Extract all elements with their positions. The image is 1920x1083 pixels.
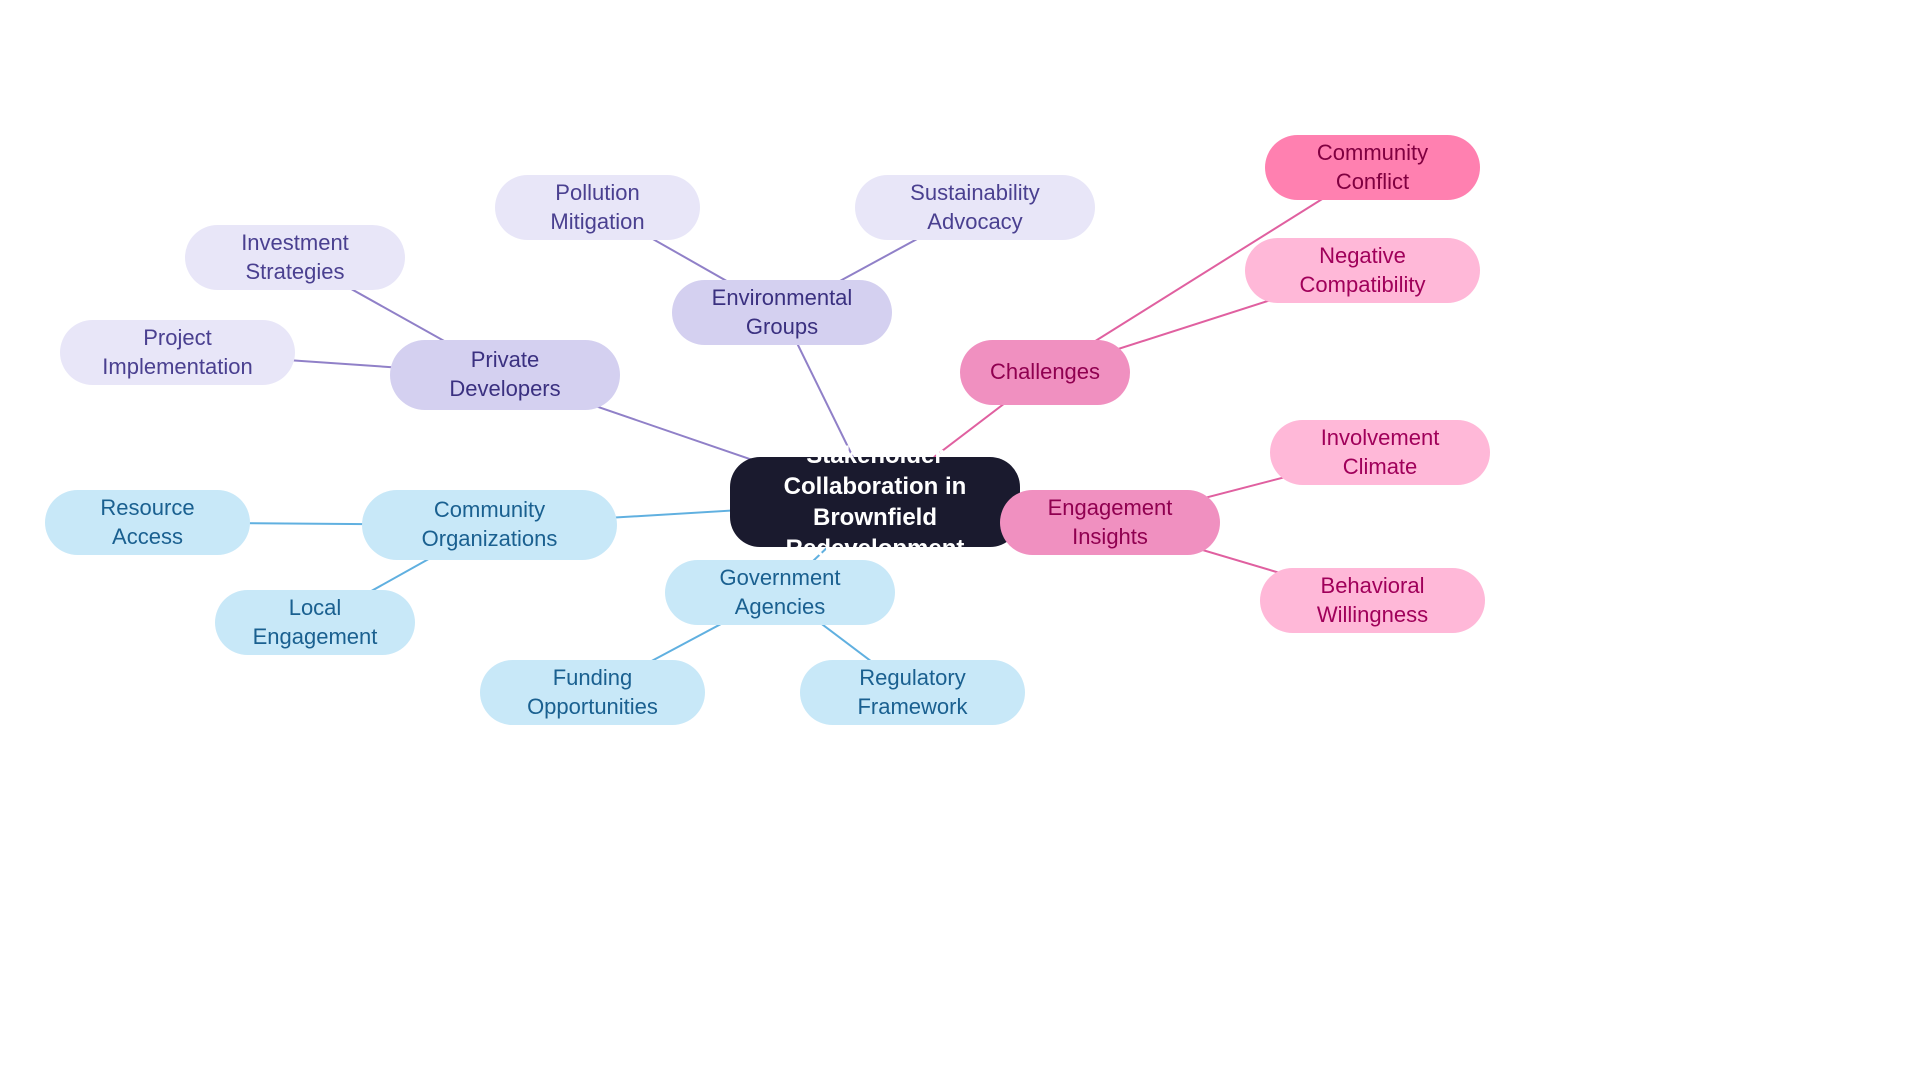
regulatory-framework-label: Regulatory Framework <box>828 664 997 721</box>
center-label: Stakeholder Collaboration in Brownfield … <box>758 440 992 565</box>
community-organizations-node: Community Organizations <box>362 490 617 560</box>
government-agencies-label: Government Agencies <box>693 564 867 621</box>
engagement-insights-node: Engagement Insights <box>1000 490 1220 555</box>
pollution-mitigation-node: Pollution Mitigation <box>495 175 700 240</box>
investment-strategies-label: Investment Strategies <box>213 229 377 286</box>
resource-access-label: Resource Access <box>73 494 222 551</box>
funding-opportunities-node: Funding Opportunities <box>480 660 705 725</box>
private-developers-node: Private Developers <box>390 340 620 410</box>
resource-access-node: Resource Access <box>45 490 250 555</box>
sustainability-advocacy-node: Sustainability Advocacy <box>855 175 1095 240</box>
involvement-climate-node: Involvement Climate <box>1270 420 1490 485</box>
investment-strategies-node: Investment Strategies <box>185 225 405 290</box>
project-implementation-node: Project Implementation <box>60 320 295 385</box>
community-organizations-label: Community Organizations <box>390 496 589 553</box>
government-agencies-node: Government Agencies <box>665 560 895 625</box>
funding-opportunities-label: Funding Opportunities <box>508 664 677 721</box>
project-implementation-label: Project Implementation <box>88 324 267 381</box>
local-engagement-label: Local Engagement <box>243 594 387 651</box>
regulatory-framework-node: Regulatory Framework <box>800 660 1025 725</box>
community-conflict-label: Community Conflict <box>1293 139 1452 196</box>
involvement-climate-label: Involvement Climate <box>1298 424 1462 481</box>
negative-compatibility-node: Negative Compatibility <box>1245 238 1480 303</box>
negative-compatibility-label: Negative Compatibility <box>1273 242 1452 299</box>
behavioral-willingness-label: Behavioral Willingness <box>1288 572 1457 629</box>
center-node: Stakeholder Collaboration in Brownfield … <box>730 457 1020 547</box>
engagement-insights-label: Engagement Insights <box>1028 494 1192 551</box>
private-developers-label: Private Developers <box>418 346 592 403</box>
local-engagement-node: Local Engagement <box>215 590 415 655</box>
pollution-mitigation-label: Pollution Mitigation <box>523 179 672 236</box>
challenges-label: Challenges <box>990 358 1100 387</box>
challenges-node: Challenges <box>960 340 1130 405</box>
sustainability-advocacy-label: Sustainability Advocacy <box>883 179 1067 236</box>
environmental-groups-node: Environmental Groups <box>672 280 892 345</box>
behavioral-willingness-node: Behavioral Willingness <box>1260 568 1485 633</box>
environmental-groups-label: Environmental Groups <box>700 284 864 341</box>
community-conflict-node: Community Conflict <box>1265 135 1480 200</box>
